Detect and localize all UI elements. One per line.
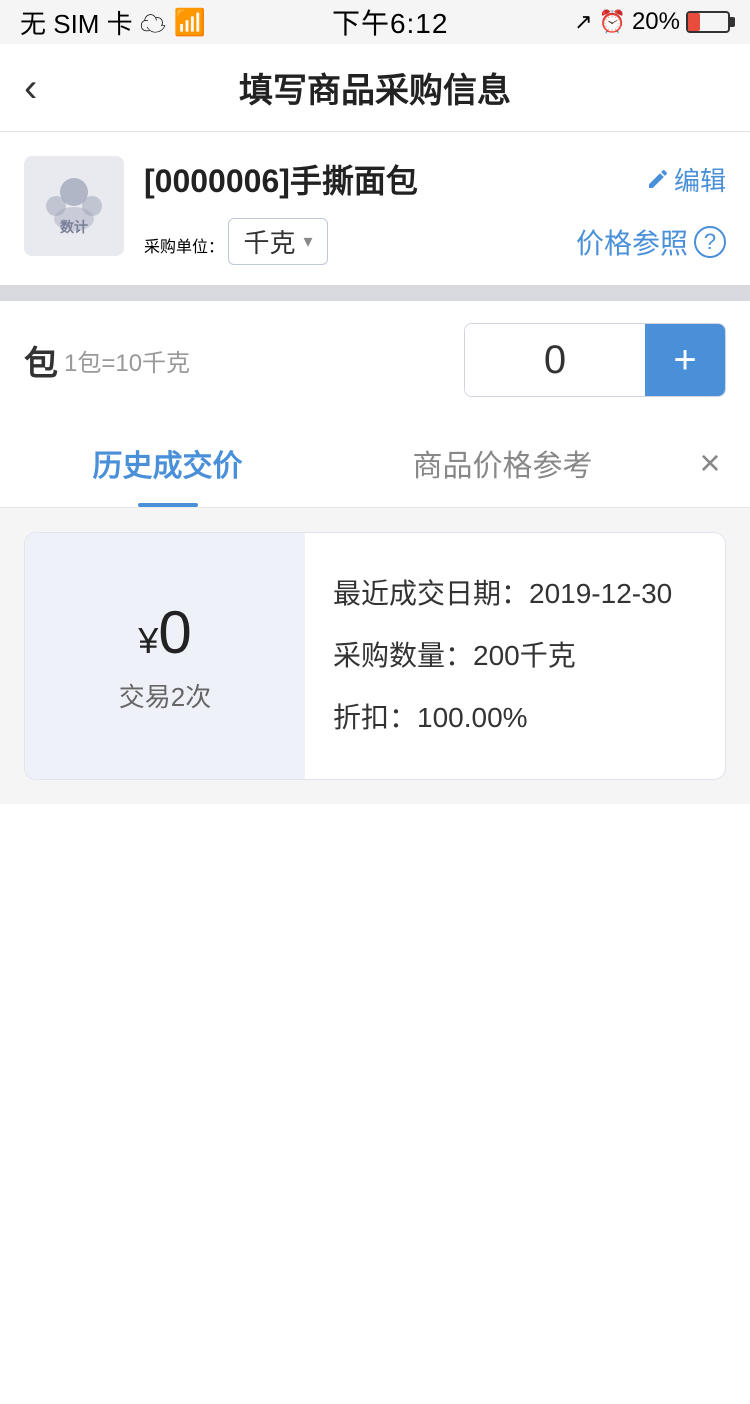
tabs-container: 历史成交价 商品价格参考 ×: [0, 419, 750, 508]
tab-history-label: 历史成交价: [93, 441, 243, 485]
price-ref-help-icon: ?: [694, 226, 726, 258]
price-discount-row: 折扣：100.00%: [333, 697, 697, 739]
edit-label: 编辑: [674, 161, 726, 198]
status-left: 无 SIM 卡 ☁ 📶: [20, 4, 206, 41]
price-discount-label: 折扣：: [333, 702, 417, 733]
edit-button[interactable]: 编辑: [646, 161, 726, 198]
nav-bar: ‹ 填写商品采购信息: [0, 44, 750, 132]
tab-history[interactable]: 历史成交价: [0, 419, 335, 507]
card-container: ¥0 交易2次 最近成交日期：2019-12-30 采购数量：200千克 折扣：…: [0, 508, 750, 804]
unit-value: 千克: [243, 223, 295, 260]
quantity-input-group: 0 +: [464, 323, 726, 397]
product-thumb-image: 数计: [34, 164, 114, 249]
unit-label-text: 采购单位：: [144, 239, 224, 256]
status-bar: 无 SIM 卡 ☁ 📶 下午6:12 ↗ ⏰ 20%: [0, 0, 750, 44]
price-reference-button[interactable]: 价格参照 ?: [576, 222, 726, 262]
product-row: 数计 [0000006]手撕面包 编辑 采购单位： 千克 ▾: [24, 156, 726, 265]
sim-label: 无 SIM 卡 ☁: [20, 4, 166, 41]
unit-chevron-icon: ▾: [303, 231, 312, 252]
battery-icon: [686, 11, 730, 33]
price-date-label: 最近成交日期：: [333, 578, 529, 609]
bottom-area: [0, 804, 750, 1404]
price-qty-label: 采购数量：: [333, 640, 473, 671]
product-name-row: [0000006]手撕面包 编辑: [144, 156, 726, 202]
product-title: 手撕面包: [290, 163, 418, 199]
close-icon: ×: [699, 442, 720, 484]
battery-fill: [688, 13, 700, 31]
page-title: 填写商品采购信息: [239, 63, 511, 112]
product-name: [0000006]手撕面包: [144, 156, 418, 202]
price-discount-value: 100.00%: [417, 702, 528, 733]
price-date-value: 2019-12-30: [529, 578, 672, 609]
unit-row: 采购单位： 千克 ▾ 价格参照 ?: [144, 218, 726, 265]
price-ref-label: 价格参照: [576, 222, 688, 262]
quantity-unit-display: 包 1包=10千克: [24, 336, 190, 385]
price-value: 0: [158, 599, 191, 666]
status-right: ↗ ⏰ 20%: [574, 8, 730, 36]
section-divider: [0, 285, 750, 301]
price-card-left: ¥0 交易2次: [25, 533, 305, 779]
unit-select-button[interactable]: 千克 ▾: [228, 218, 327, 265]
quantity-unit-conversion: 1包=10千克: [64, 343, 190, 378]
quantity-row: 包 1包=10千克 0 +: [0, 301, 750, 419]
price-transactions: 交易2次: [119, 677, 211, 714]
battery-percent: 20%: [632, 8, 680, 36]
quantity-input[interactable]: 0: [465, 324, 645, 396]
price-amount: ¥0: [138, 598, 191, 667]
product-thumbnail: 数计: [24, 156, 124, 256]
product-id: [0000006]: [144, 163, 290, 199]
wifi-icon: 📶: [174, 7, 206, 38]
svg-text:数计: 数计: [60, 219, 88, 235]
quantity-unit-big: 包: [24, 336, 58, 385]
price-date-row: 最近成交日期：2019-12-30: [333, 573, 697, 615]
tab-close-button[interactable]: ×: [670, 419, 750, 507]
product-info: [0000006]手撕面包 编辑 采购单位： 千克 ▾ 价格参照 ?: [144, 156, 726, 265]
unit-label-group: 采购单位： 千克 ▾: [144, 218, 328, 265]
tab-reference[interactable]: 商品价格参考: [335, 419, 670, 507]
product-card: 数计 [0000006]手撕面包 编辑 采购单位： 千克 ▾: [0, 132, 750, 285]
location-icon: ↗: [574, 9, 592, 35]
quantity-plus-button[interactable]: +: [645, 324, 725, 396]
tab-reference-label: 商品价格参考: [413, 441, 593, 485]
back-button[interactable]: ‹: [24, 68, 37, 108]
alarm-icon: ⏰: [599, 9, 626, 35]
price-card: ¥0 交易2次 最近成交日期：2019-12-30 采购数量：200千克 折扣：…: [24, 532, 726, 780]
price-symbol: ¥: [138, 620, 158, 661]
price-card-right: 最近成交日期：2019-12-30 采购数量：200千克 折扣：100.00%: [305, 533, 725, 779]
price-qty-value: 200千克: [473, 640, 576, 671]
price-qty-row: 采购数量：200千克: [333, 635, 697, 677]
status-time: 下午6:12: [332, 2, 449, 42]
